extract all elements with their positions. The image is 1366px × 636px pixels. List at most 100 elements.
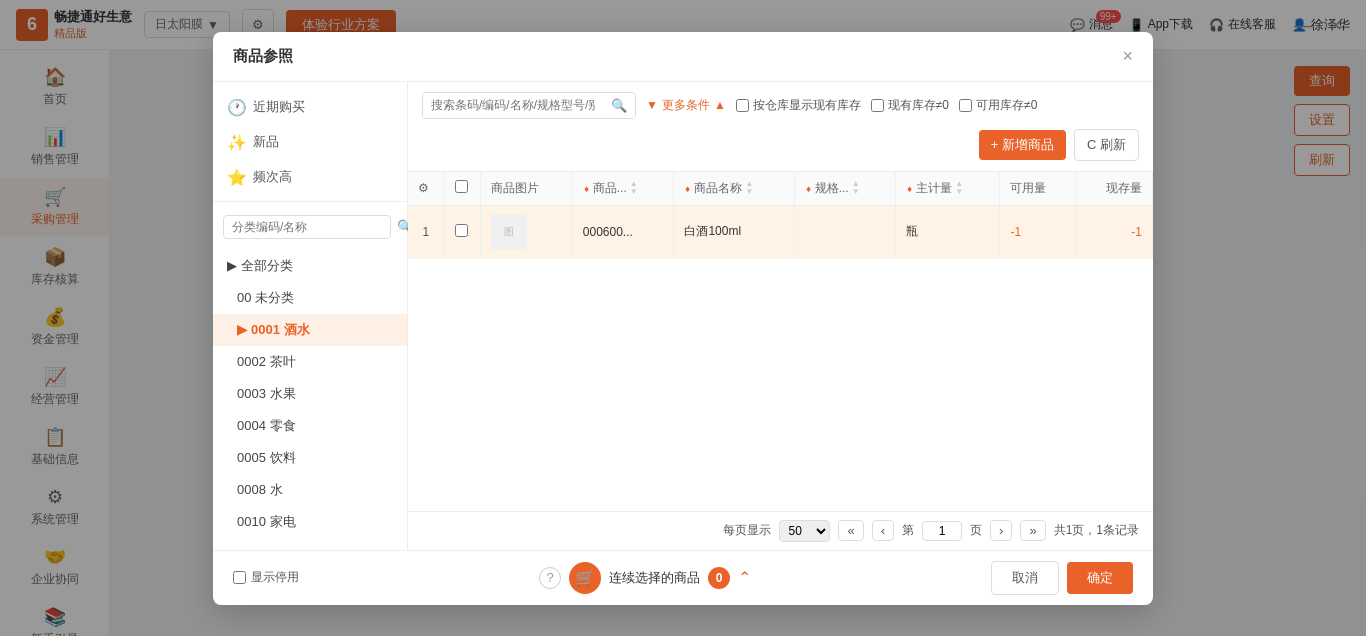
stock-label: 现有库存≠0 (888, 97, 949, 114)
cat-all-label: 全部分类 (241, 257, 293, 275)
product-reference-modal: 商品参照 × 🕐 近期购买 ✨ 新品 ⭐ (213, 32, 1153, 605)
product-table: ⚙ 商品图片 (408, 172, 1153, 259)
th-spec[interactable]: ⬧ 规格... ▲▼ (794, 172, 896, 206)
category-search-input[interactable] (223, 215, 391, 239)
th-stock-label: 现存量 (1106, 181, 1142, 195)
product-image: 图 (491, 214, 527, 250)
modal-close-button[interactable]: × (1122, 46, 1133, 67)
cat-0003-label: 0003 水果 (237, 385, 296, 403)
available-checkbox-label[interactable]: 可用库存≠0 (959, 97, 1037, 114)
filter-label: 更多条件 (662, 97, 710, 114)
cat-00[interactable]: 00 未分类 (213, 282, 407, 314)
modal-title: 商品参照 (233, 47, 293, 66)
show-disabled-checkbox[interactable] (233, 571, 246, 584)
modal-overlay: 商品参照 × 🕐 近期购买 ✨ 新品 ⭐ (0, 0, 1366, 636)
product-search-input[interactable] (423, 93, 603, 117)
cat-0003[interactable]: 0003 水果 (213, 378, 407, 410)
row-unit: 瓶 (896, 205, 1000, 258)
quick-tabs: 🕐 近期购买 ✨ 新品 ⭐ 频次高 (213, 90, 407, 195)
add-product-button[interactable]: + 新增商品 (979, 130, 1066, 160)
th-unit[interactable]: ⬧ 主计量 ▲▼ (896, 172, 1000, 206)
cat-0008[interactable]: 0008 水 (213, 474, 407, 506)
new-icon: ✨ (227, 133, 247, 152)
cat-0004-label: 0004 零食 (237, 417, 296, 435)
filter-prefix-icon: ▼ (646, 98, 658, 112)
table-header-row: ⚙ 商品图片 (408, 172, 1153, 206)
cat-0001-label: 0001 酒水 (251, 321, 310, 339)
last-page-button[interactable]: » (1020, 520, 1045, 541)
first-page-button[interactable]: « (838, 520, 863, 541)
recent-purchase-tab[interactable]: 🕐 近期购买 (213, 90, 407, 125)
page-label: 第 (902, 522, 914, 539)
row-checkbox[interactable] (444, 205, 480, 258)
th-code[interactable]: ⬧ 商品... ▲▼ (572, 172, 674, 206)
table-row[interactable]: 1 图 000600... 白酒100ml 瓶 (408, 205, 1153, 258)
cat-all[interactable]: ▶ 全部分类 (213, 250, 407, 282)
page-suffix: 页 (970, 522, 982, 539)
toolbar-actions: + 新增商品 C 刷新 (979, 129, 1139, 161)
sort-icon2: ⬧ (684, 181, 691, 195)
recent-label: 近期购买 (253, 98, 305, 116)
th-unit-label: 主计量 (916, 180, 952, 197)
product-search: 🔍 (422, 92, 636, 119)
clock-icon: 🕐 (227, 98, 247, 117)
divider (213, 201, 407, 202)
row-available: -1 (1000, 205, 1076, 258)
cat-0008-label: 0008 水 (237, 481, 283, 499)
page-size-select[interactable]: 50 100 200 (779, 520, 830, 542)
available-checkbox[interactable] (959, 99, 972, 112)
stock-checkbox-label[interactable]: 现有库存≠0 (871, 97, 949, 114)
th-image: 商品图片 (480, 172, 572, 206)
product-search-icon[interactable]: 🔍 (603, 93, 635, 118)
warehouse-checkbox-label[interactable]: 按仓库显示现有库存 (736, 97, 861, 114)
footer-right: 取消 确定 (991, 561, 1133, 595)
product-table-body: 1 图 000600... 白酒100ml 瓶 (408, 205, 1153, 258)
available-label: 可用库存≠0 (976, 97, 1037, 114)
frequent-label: 频次高 (253, 168, 292, 186)
cat-0002[interactable]: 0002 茶叶 (213, 346, 407, 378)
table-settings-icon[interactable]: ⚙ (418, 181, 429, 195)
select-all-checkbox[interactable] (455, 180, 468, 193)
th-stock: 现存量 (1076, 172, 1152, 206)
pagination-bar: 每页显示 50 100 200 « ‹ 第 页 › » 共1页，1条记录 (408, 511, 1153, 550)
cat-arrow-0001: ▶ (237, 322, 247, 337)
product-table-wrap: ⚙ 商品图片 (408, 172, 1153, 511)
cat-0010-label: 0010 家电 (237, 513, 296, 531)
frequent-tab[interactable]: ⭐ 频次高 (213, 160, 407, 195)
show-disabled-text: 显示停用 (251, 569, 299, 586)
cat-0010[interactable]: 0010 家电 (213, 506, 407, 538)
row-spec (794, 205, 896, 258)
th-settings[interactable]: ⚙ (408, 172, 444, 206)
warehouse-checkbox[interactable] (736, 99, 749, 112)
show-disabled-label[interactable]: 显示停用 (233, 569, 299, 586)
help-button[interactable]: ? (539, 567, 561, 589)
cat-0001[interactable]: ▶ 0001 酒水 (213, 314, 407, 346)
new-product-tab[interactable]: ✨ 新品 (213, 125, 407, 160)
th-name[interactable]: ⬧ 商品名称 ▲▼ (674, 172, 794, 206)
cat-0005-label: 0005 饮料 (237, 449, 296, 467)
cart-icon[interactable]: 🛒 (569, 562, 601, 594)
filter-arrow-icon: ▲ (714, 98, 726, 112)
prev-page-button[interactable]: ‹ (872, 520, 894, 541)
modal-header: 商品参照 × (213, 32, 1153, 82)
star-icon: ⭐ (227, 168, 247, 187)
cancel-button[interactable]: 取消 (991, 561, 1059, 595)
next-page-button[interactable]: › (990, 520, 1012, 541)
cat-0004[interactable]: 0004 零食 (213, 410, 407, 442)
filter-button[interactable]: ▼ 更多条件 ▲ (646, 97, 726, 114)
stock-checkbox[interactable] (871, 99, 884, 112)
th-checkbox (444, 172, 480, 206)
th-name-label: 商品名称 (694, 180, 742, 197)
confirm-button[interactable]: 确定 (1067, 562, 1133, 594)
page-input[interactable] (922, 521, 962, 541)
row-num: 1 (408, 205, 444, 258)
sort-icon: ⬧ (583, 181, 590, 195)
row-select-checkbox[interactable] (455, 224, 468, 237)
content-panel: 🔍 ▼ 更多条件 ▲ 按仓库显示现有库存 现有库存≠0 (408, 82, 1153, 550)
cart-collapse-button[interactable]: ⌃ (738, 568, 751, 587)
modal-body: 🕐 近期购买 ✨ 新品 ⭐ 频次高 🔍 (213, 82, 1153, 550)
cart-area: ? 🛒 连续选择的商品 0 ⌃ (539, 562, 751, 594)
cat-00-label: 00 未分类 (237, 289, 294, 307)
refresh-button[interactable]: C 刷新 (1074, 129, 1139, 161)
cat-0005[interactable]: 0005 饮料 (213, 442, 407, 474)
